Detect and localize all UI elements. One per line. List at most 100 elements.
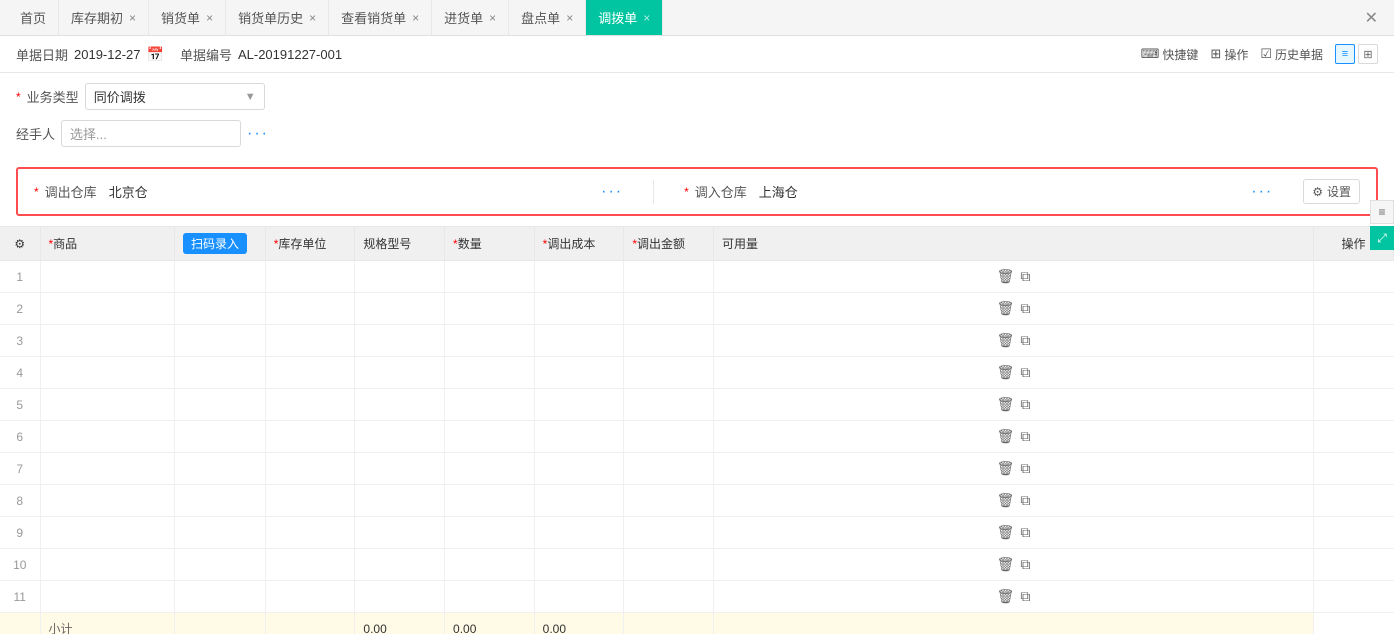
date-label: 单据日期 [16, 45, 68, 64]
handler-label: 经手人 [16, 124, 55, 143]
right-sidebar: ≡ ⤢ [1370, 200, 1394, 250]
delete-icon[interactable]: 🗑 [997, 460, 1015, 477]
tab-inventory-init[interactable]: 库存期初 × [59, 0, 149, 35]
tab-purchase[interactable]: 进货单 × [432, 0, 509, 35]
delete-icon[interactable]: 🗑 [997, 428, 1015, 445]
tab-close-view-sales[interactable]: × [412, 11, 419, 25]
tab-transfer[interactable]: 调拨单 × [586, 0, 663, 35]
scan-entry-button[interactable]: 扫码录入 [183, 233, 247, 254]
table-row: 2 🗑⧉ [0, 293, 1394, 325]
shortcuts-btn[interactable]: ⌨ 快捷键 [1141, 46, 1199, 63]
tab-close-sales-history[interactable]: × [309, 11, 316, 25]
tab-home[interactable]: 首页 [8, 0, 59, 35]
table-row: 4 🗑⧉ [0, 357, 1394, 389]
form-row-1: * 业务类型 同价调拨 ▼ [16, 83, 1378, 110]
tab-close-stocktake[interactable]: × [566, 11, 573, 25]
warehouse-out-required: * [34, 185, 39, 199]
row-1-available[interactable] [624, 261, 714, 293]
warehouse-in-label: 调入仓库 [695, 182, 747, 201]
delete-icon[interactable]: 🗑 [997, 396, 1015, 413]
copy-icon[interactable]: ⧉ [1020, 492, 1030, 509]
handler-more-icon[interactable]: ··· [247, 125, 269, 143]
operations-btn[interactable]: ⊞ 操作 [1210, 46, 1248, 63]
copy-icon[interactable]: ⧉ [1020, 524, 1030, 541]
tab-view-sales[interactable]: 查看销货单 × [329, 0, 432, 35]
table-row: 3 🗑⧉ [0, 325, 1394, 357]
copy-icon[interactable]: ⧉ [1020, 588, 1030, 605]
copy-icon[interactable]: ⧉ [1020, 460, 1030, 477]
col-amount: *调出金额 [624, 227, 714, 261]
sidebar-list-btn[interactable]: ≡ [1370, 200, 1394, 224]
copy-icon[interactable]: ⧉ [1020, 300, 1030, 317]
delete-icon[interactable]: 🗑 [997, 524, 1015, 541]
main-content: 单据日期 2019-12-27 📅 单据编号 AL-20191227-001 ⌨… [0, 36, 1394, 634]
handler-select[interactable]: 选择... [61, 120, 241, 147]
data-table-container: ⚙ *商品 扫码录入 *库存单位 规格型号 *数量 [0, 226, 1394, 634]
warehouse-in-field: * 调入仓库 上海仓 ··· [684, 182, 1273, 201]
copy-icon[interactable]: ⧉ [1020, 332, 1030, 349]
col-cost: *调出成本 [534, 227, 624, 261]
table-row: 11 🗑⧉ [0, 581, 1394, 613]
biz-type-value: 同价调拨 [94, 87, 146, 106]
tab-close-sales-order[interactable]: × [206, 11, 213, 25]
warehouse-in-value: 上海仓 [759, 182, 859, 201]
table-gear-icon[interactable]: ⚙ [14, 237, 25, 251]
table-row: 1 🗑 ⧉ [0, 261, 1394, 293]
row-1-action: 🗑 ⧉ [714, 261, 1314, 293]
setting-button[interactable]: ⚙ 设置 [1303, 179, 1360, 204]
number-label: 单据编号 [180, 45, 232, 64]
sidebar-expand-btn[interactable]: ⤢ [1370, 226, 1394, 250]
col-unit: *库存单位 [265, 227, 355, 261]
date-field: 单据日期 2019-12-27 📅 [16, 45, 164, 64]
col-available: 可用量 [714, 227, 1314, 261]
delete-icon[interactable]: 🗑 [997, 268, 1015, 285]
col-product: *商品 [40, 227, 174, 261]
row-1-amount[interactable] [534, 261, 624, 293]
delete-icon[interactable]: 🗑 [997, 332, 1015, 349]
warehouse-out-value: 北京仓 [109, 182, 209, 201]
tab-stocktake[interactable]: 盘点单 × [509, 0, 586, 35]
biz-type-select[interactable]: 同价调拨 ▼ [85, 83, 265, 110]
row-1-cost[interactable] [445, 261, 535, 293]
tab-close-inventory-init[interactable]: × [129, 11, 136, 25]
row-1-qty[interactable] [355, 261, 445, 293]
warehouse-out-field: * 调出仓库 北京仓 ··· [34, 182, 623, 201]
tab-sales-history[interactable]: 销货单历史 × [226, 0, 329, 35]
delete-icon[interactable]: 🗑 [997, 588, 1015, 605]
biz-type-field: * 业务类型 同价调拨 ▼ [16, 83, 265, 110]
tab-close-purchase[interactable]: × [489, 11, 496, 25]
window-close-button[interactable]: ✕ [1357, 8, 1386, 28]
subtotal-amount: 0.00 [534, 613, 624, 634]
layout-list-icon[interactable]: ≡ [1335, 44, 1355, 64]
calendar-icon[interactable]: 📅 [147, 46, 164, 63]
copy-icon[interactable]: ⧉ [1020, 396, 1030, 413]
shortcuts-icon: ⌨ [1141, 46, 1160, 62]
row-num-1: 1 [0, 261, 40, 293]
copy-icon[interactable]: ⧉ [1020, 268, 1030, 285]
layout-grid-icon[interactable]: ⊞ [1358, 44, 1378, 64]
delete-icon[interactable]: 🗑 [997, 492, 1015, 509]
delete-icon[interactable]: 🗑 [997, 300, 1015, 317]
warehouse-out-more-icon[interactable]: ··· [601, 183, 623, 201]
copy-icon[interactable]: ⧉ [1020, 364, 1030, 381]
tab-bar: 首页 库存期初 × 销货单 × 销货单历史 × 查看销货单 × 进货单 × 盘点… [0, 0, 1394, 36]
number-field: 单据编号 AL-20191227-001 [180, 45, 342, 64]
copy-icon[interactable]: ⧉ [1020, 428, 1030, 445]
col-spec: 规格型号 [355, 227, 445, 261]
delete-icon[interactable]: 🗑 [997, 364, 1015, 381]
row-1-spec[interactable] [265, 261, 355, 293]
toolbar-right: ⌨ 快捷键 ⊞ 操作 ☑ 历史单据 ≡ ⊞ [1141, 44, 1378, 64]
warehouse-in-more-icon[interactable]: ··· [1251, 183, 1273, 201]
delete-icon[interactable]: 🗑 [997, 556, 1015, 573]
table-row: 8 🗑⧉ [0, 485, 1394, 517]
row-1-unit[interactable] [174, 261, 265, 293]
subtotal-row: 小计 0.00 0.00 0.00 [0, 613, 1394, 634]
tab-close-transfer[interactable]: × [643, 11, 650, 25]
tab-sales-order[interactable]: 销货单 × [149, 0, 226, 35]
row-1-product[interactable] [40, 261, 174, 293]
history-btn[interactable]: ☑ 历史单据 [1260, 46, 1323, 63]
table-row: 9 🗑⧉ [0, 517, 1394, 549]
warehouse-divider [653, 180, 654, 204]
gear-icon: ⚙ [1312, 185, 1323, 199]
copy-icon[interactable]: ⧉ [1020, 556, 1030, 573]
